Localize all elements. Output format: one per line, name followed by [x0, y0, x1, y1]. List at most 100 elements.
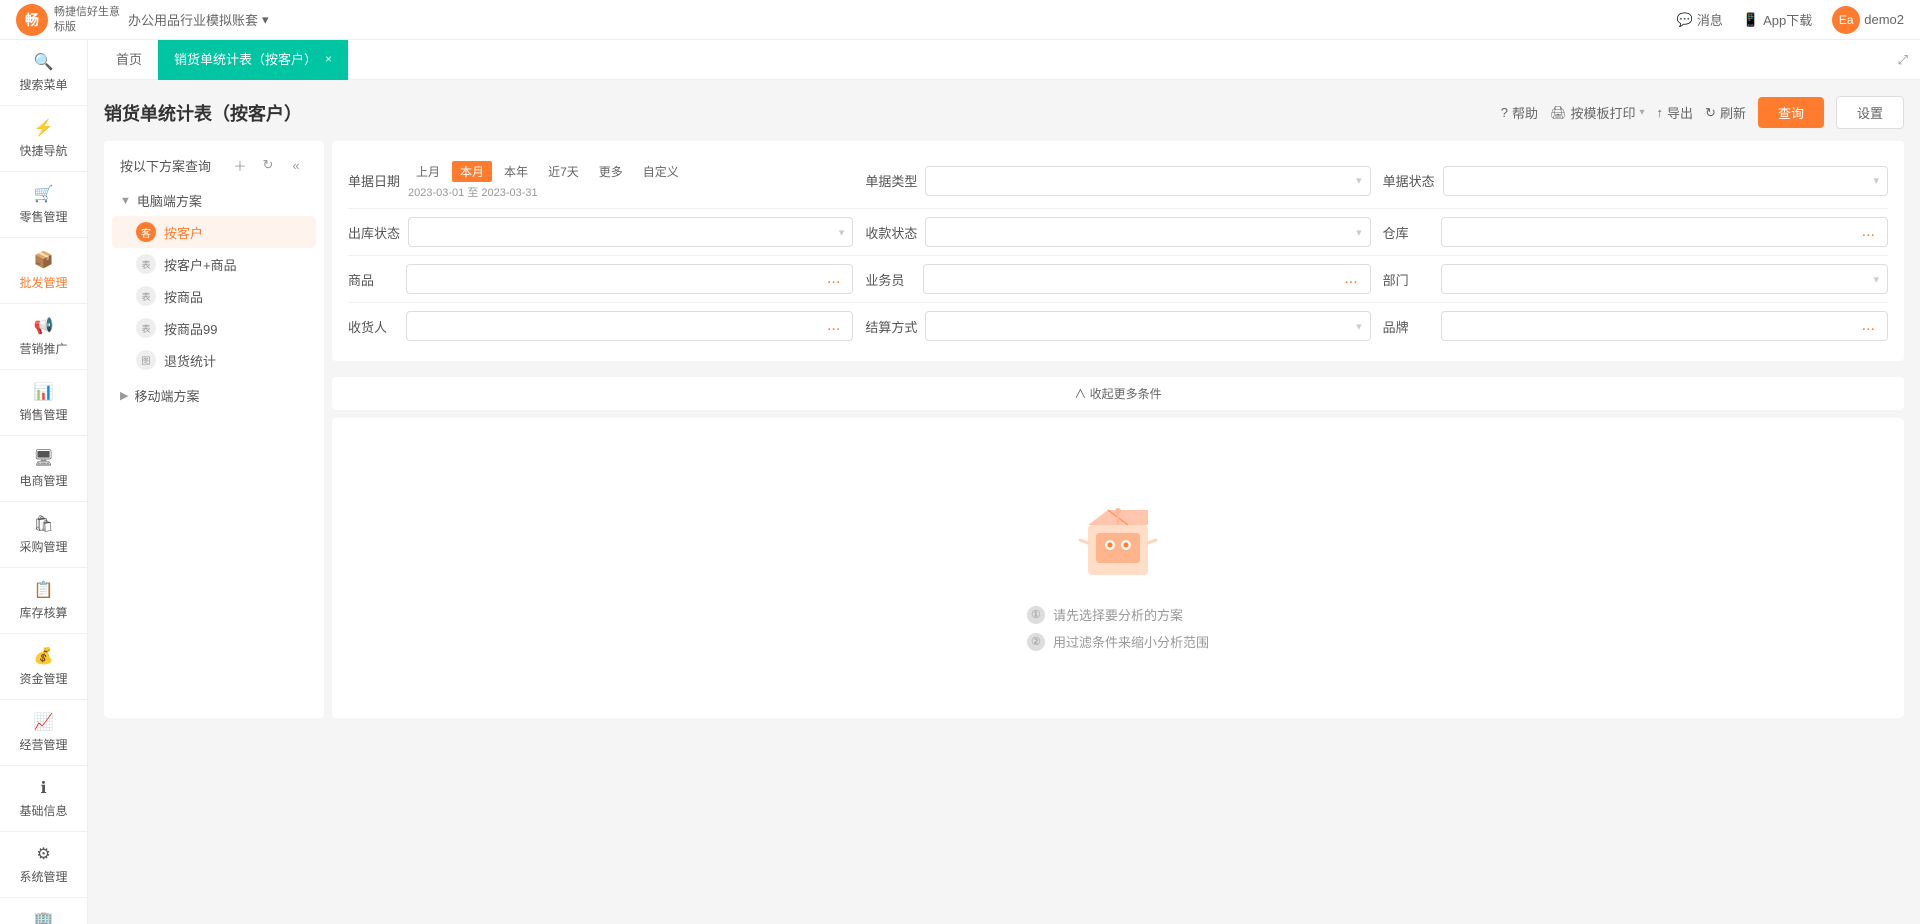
sidebar-item-system[interactable]: ⚙ 系统管理	[0, 832, 87, 898]
doc-type-select[interactable]: ▾	[925, 166, 1370, 196]
page-container: 销货单统计表（按客户） ? 帮助 🖨 按模板打印 ▾ ↑ 导出	[88, 80, 1920, 924]
purchase-icon: 🛍	[8, 514, 79, 534]
settle-select[interactable]: ▾	[925, 311, 1370, 341]
date-tabs: 上月 本月 本年 近7天 更多 自定义	[408, 161, 853, 182]
date-range-text: 2023-03-01 至 2023-03-31	[408, 184, 853, 200]
salesperson-dots-icon[interactable]: ...	[1340, 270, 1361, 288]
industry-selector[interactable]: 办公用品行业模拟账套 ▾	[128, 10, 269, 29]
tab-maximize-button[interactable]: ⤢	[1898, 52, 1908, 68]
date-tab-7days[interactable]: 近7天	[540, 161, 587, 182]
filter-brand: 品牌 ...	[1383, 311, 1888, 341]
nav-item-by-customer[interactable]: 客 按客户	[112, 216, 316, 248]
doc-status-select[interactable]: ▾	[1443, 166, 1888, 196]
query-button[interactable]: 查询	[1758, 97, 1824, 128]
sidebar-item-corp[interactable]: 🏢 企业协同	[0, 898, 87, 924]
warehouse-select[interactable]: ...	[1441, 217, 1888, 247]
out-status-select[interactable]: ▾	[408, 217, 853, 247]
sidebar-item-retail[interactable]: 🛒 零售管理	[0, 172, 87, 238]
header-left: 畅 畅捷信好生意 标版 办公用品行业模拟账套 ▾	[16, 4, 269, 36]
tab-close-icon[interactable]: ×	[325, 52, 332, 66]
page-header: 销货单统计表（按客户） ? 帮助 🖨 按模板打印 ▾ ↑ 导出	[104, 96, 1904, 129]
filter-doc-status: 单据状态 ▾	[1383, 166, 1888, 196]
warehouse-dots-icon[interactable]: ...	[1858, 223, 1879, 241]
tab-report[interactable]: 销货单统计表（按客户） ×	[158, 40, 348, 80]
user-area[interactable]: Ea demo2	[1832, 6, 1904, 34]
quick-icon: ⚡	[8, 118, 79, 138]
empty-tips: ① 请先选择要分析的方案 ② 用过滤条件来缩小分析范围	[1027, 605, 1209, 651]
sidebar-item-marketing[interactable]: 📢 营销推广	[0, 304, 87, 370]
nav-group-mobile-arrow-icon: ▶	[120, 389, 128, 402]
sidebar-item-operation[interactable]: 📈 经营管理	[0, 700, 87, 766]
goods-dots-icon[interactable]: ...	[823, 270, 844, 288]
logo-area: 畅 畅捷信好生意 标版	[16, 4, 120, 36]
nav-refresh-icon: ↻	[263, 157, 274, 173]
add-scheme-button[interactable]: ＋	[228, 153, 252, 177]
sidebar-item-search[interactable]: 🔍 搜索菜单	[0, 40, 87, 106]
settle-arrow-icon: ▾	[1356, 320, 1362, 333]
sidebar-item-finance[interactable]: 💰 资金管理	[0, 634, 87, 700]
department-select[interactable]: ▾	[1441, 264, 1888, 294]
date-tab-last-month[interactable]: 上月	[408, 161, 448, 182]
sidebar-item-basic[interactable]: ℹ 基础信息	[0, 766, 87, 832]
refresh-button[interactable]: ↻ 刷新	[1705, 103, 1746, 122]
nav-group-mobile-header[interactable]: ▶ 移动端方案	[112, 380, 316, 411]
filter-department: 部门 ▾	[1383, 264, 1888, 294]
sidebar-item-wholesale[interactable]: 📦 批发管理	[0, 238, 87, 304]
sidebar-item-sales[interactable]: 📊 销售管理	[0, 370, 87, 436]
content-area: 首页 销货单统计表（按客户） × ⤢ 销货单统计表（按客户） ? 帮助	[88, 40, 1920, 924]
message-button[interactable]: 💬 消息	[1677, 10, 1723, 29]
marketing-icon: 📢	[8, 316, 79, 336]
inventory-icon: 📋	[8, 580, 79, 600]
export-button[interactable]: ↑ 导出	[1657, 103, 1694, 122]
settings-button[interactable]: 设置	[1836, 96, 1904, 129]
sidebar-item-inventory[interactable]: 📋 库存核算	[0, 568, 87, 634]
print-button[interactable]: 🖨 按模板打印 ▾	[1550, 103, 1645, 122]
date-tab-more[interactable]: 更多	[591, 161, 631, 182]
sidebar-item-purchase[interactable]: 🛍 采购管理	[0, 502, 87, 568]
left-nav-header: 按以下方案查询 ＋ ↻ «	[112, 149, 316, 185]
page-actions: ? 帮助 🖨 按模板打印 ▾ ↑ 导出 ↻ 刷新	[1501, 96, 1904, 129]
page-title: 销货单统计表（按客户）	[104, 100, 302, 126]
nav-item-by-customer-goods[interactable]: 表 按客户+商品	[112, 248, 316, 280]
brand-dots-icon[interactable]: ...	[1858, 317, 1879, 335]
app-download-button[interactable]: 📱 App下载	[1743, 10, 1812, 29]
search-icon: 🔍	[8, 52, 79, 72]
salesperson-select[interactable]: ...	[923, 264, 1370, 294]
date-tab-this-month[interactable]: 本月	[452, 161, 492, 182]
help-icon: ?	[1501, 105, 1508, 120]
brand-select[interactable]: ...	[1441, 311, 1888, 341]
date-tab-custom[interactable]: 自定义	[635, 161, 687, 182]
consignee-dots-icon[interactable]: ...	[823, 317, 844, 335]
consignee-select[interactable]: ...	[406, 311, 853, 341]
nav-item-by-goods[interactable]: 表 按商品	[112, 280, 316, 312]
sidebar-item-ecom[interactable]: 🖥 电商管理	[0, 436, 87, 502]
help-button[interactable]: ? 帮助	[1501, 103, 1538, 122]
goods-select[interactable]: ...	[406, 264, 853, 294]
tip-num-2: ②	[1027, 633, 1045, 651]
date-tab-this-year[interactable]: 本年	[496, 161, 536, 182]
nav-group-desktop: ▼ 电脑端方案 客 按客户 表	[112, 185, 316, 376]
tab-home[interactable]: 首页	[100, 40, 158, 80]
nav-group-mobile: ▶ 移动端方案	[112, 380, 316, 411]
filter-row-4: 收货人 ... 结算方式 ▾	[348, 303, 1888, 349]
collapse-bar[interactable]: ∧ 收起更多条件	[332, 377, 1904, 410]
main-layout: 🔍 搜索菜单 ⚡ 快捷导航 🛒 零售管理 📦 批发管理 📢 营销推广 📊 销售管…	[0, 40, 1920, 924]
sidebar-item-quick[interactable]: ⚡ 快捷导航	[0, 106, 87, 172]
out-status-arrow-icon: ▾	[839, 226, 845, 239]
filter-row-1: 单据日期 上月 本月 本年 近7天 更多 自定义	[348, 153, 1888, 209]
receipt-status-select[interactable]: ▾	[925, 217, 1370, 247]
refresh-icon: ↻	[1705, 105, 1716, 121]
receipt-status-arrow-icon: ▾	[1356, 226, 1362, 239]
avatar: Ea	[1832, 6, 1860, 34]
empty-tip-2: ② 用过滤条件来缩小分析范围	[1027, 632, 1209, 651]
nav-group-arrow-icon: ▼	[120, 195, 131, 207]
nav-group-desktop-header[interactable]: ▼ 电脑端方案	[112, 185, 316, 216]
split-layout: 按以下方案查询 ＋ ↻ «	[104, 141, 1904, 718]
nav-item-by-goods99[interactable]: 表 按商品99	[112, 312, 316, 344]
refresh-scheme-button[interactable]: ↻	[256, 153, 280, 177]
filter-settle: 结算方式 ▾	[865, 311, 1370, 341]
filter-warehouse: 仓库 ...	[1383, 217, 1888, 247]
collapse-nav-button[interactable]: «	[284, 153, 308, 177]
nav-item-return-stats[interactable]: 图 退货统计	[112, 344, 316, 376]
left-nav-actions: ＋ ↻ «	[228, 153, 308, 177]
